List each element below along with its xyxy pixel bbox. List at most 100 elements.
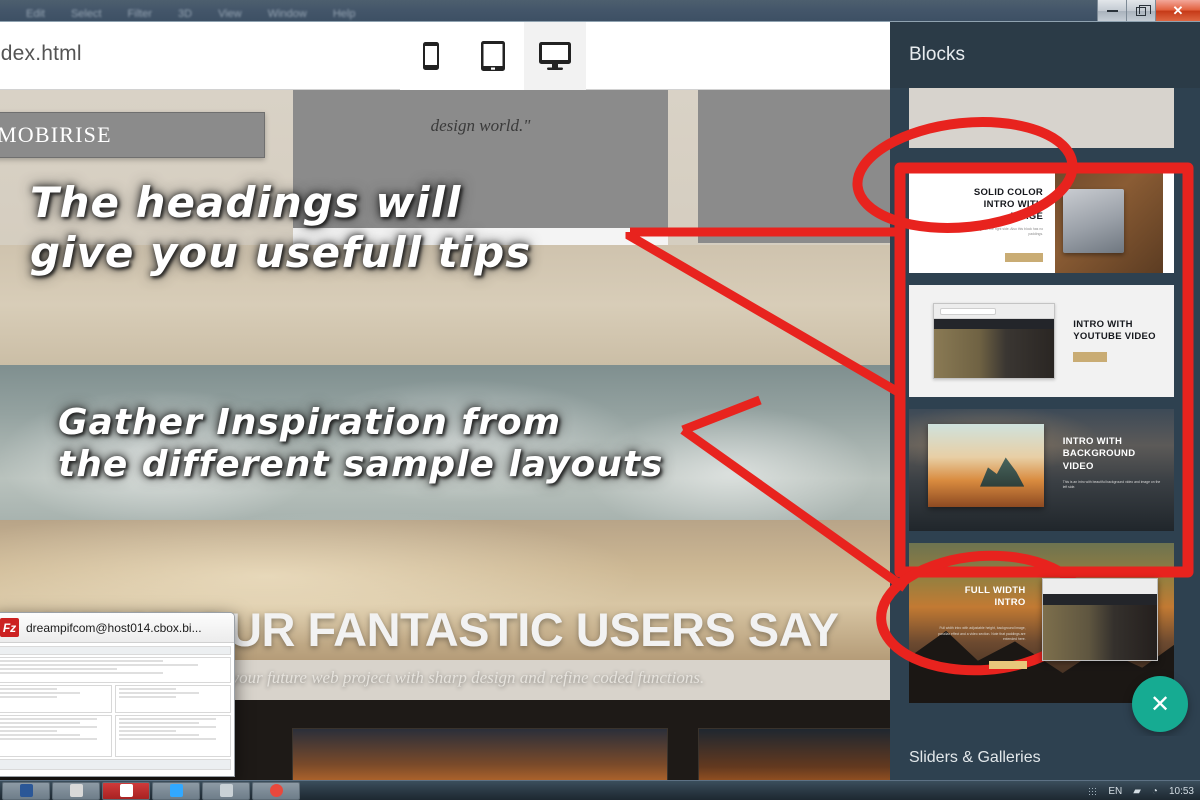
menu-item-edit[interactable]: Edit	[26, 8, 45, 20]
tray-language[interactable]: EN	[1108, 786, 1122, 797]
block-title-line: SOLID COLOR	[973, 187, 1044, 199]
taskbar-item-opera[interactable]	[252, 781, 300, 800]
block-thumb-edge	[1163, 171, 1174, 273]
block-item-intro-with-background-video[interactable]: INTRO WITH BACKGROUND VIDEO This is an i…	[909, 409, 1174, 531]
block-thumbnail: INTRO WITH YOUTUBE VIDEO	[909, 285, 1174, 397]
gallery-tile[interactable]	[292, 728, 668, 780]
tray-clock[interactable]: 10:53	[1169, 786, 1194, 797]
filezilla-local-tree[interactable]	[0, 685, 112, 713]
block-title-line: INTRO WITH	[983, 199, 1044, 211]
filezilla-remote-files[interactable]	[115, 715, 231, 757]
block-title-line: IMAGE	[1010, 211, 1044, 223]
os-menu-bar[interactable]: Edit Select Filter 3D View Window Help	[0, 8, 355, 21]
browser-address-bar	[1042, 579, 1158, 594]
filezilla-title-bar: Fz dreampifcom@host014.cbox.bi...	[0, 613, 234, 643]
filezilla-local-files[interactable]	[0, 715, 112, 757]
explorer-icon	[69, 784, 83, 797]
block-title-line: INTRO	[994, 596, 1026, 608]
site-brand-bar[interactable]: MOBIRISE	[0, 112, 265, 158]
filezilla-file-lists	[0, 715, 231, 757]
filezilla-window[interactable]: Fz dreampifcom@host014.cbox.bi...	[0, 612, 235, 777]
filezilla-status-bar	[0, 759, 231, 770]
tray-network-icon[interactable]: ▰	[1133, 786, 1141, 797]
browser-mockup	[932, 302, 1055, 380]
taskbar-item-photoshop[interactable]	[152, 781, 200, 800]
word-icon	[19, 784, 33, 797]
browser-mockup	[1041, 578, 1159, 662]
block-thumbnail: SOLID COLOR INTRO WITH IMAGE Solid color…	[909, 171, 1174, 273]
filezilla-title: dreampifcom@host014.cbox.bi...	[26, 620, 202, 635]
block-item-solid-color-intro-with-image[interactable]: SOLID COLOR INTRO WITH IMAGE Solid color…	[909, 171, 1174, 273]
tip-line: Gather Inspiration from	[58, 402, 562, 443]
gallery-tile[interactable]	[698, 728, 890, 780]
menu-item-3d[interactable]: 3D	[178, 8, 192, 20]
tip-annotation-headings: The headings will give you usefull tips	[30, 178, 531, 277]
notepad-icon	[219, 784, 233, 797]
block-thumb-left: SOLID COLOR INTRO WITH IMAGE Solid color…	[909, 171, 1055, 273]
os-taskbar: EN ▰ ◔ 10:53	[0, 780, 1200, 800]
filezilla-tree-panes	[0, 685, 231, 713]
minimize-button[interactable]	[1097, 0, 1126, 21]
site-brand-label: MOBIRISE	[0, 122, 112, 147]
close-blocks-panel-button[interactable]: ✕	[1132, 676, 1188, 732]
testimonial-quote: design world."	[430, 116, 531, 135]
testimonial-photo	[698, 90, 890, 243]
taskbar-item-word[interactable]	[2, 781, 50, 800]
browser-address-bar	[933, 303, 1054, 319]
device-mode-desktop[interactable]	[524, 22, 586, 90]
block-title-line: FULL WIDTH	[964, 584, 1026, 596]
taskbar-item-filezilla[interactable]	[102, 781, 150, 800]
close-button[interactable]: ✕	[1155, 0, 1200, 21]
filezilla-message-log	[0, 657, 231, 683]
window-controls: ✕	[1097, 0, 1200, 21]
filezilla-remote-tree[interactable]	[115, 685, 231, 713]
block-title-line: INTRO WITH	[1062, 435, 1123, 447]
menu-item-select[interactable]: Select	[71, 8, 102, 20]
block-item-full-width-intro[interactable]: FULL WIDTH INTRO Full width intro with a…	[909, 543, 1174, 703]
menu-item-window[interactable]: Window	[268, 8, 307, 20]
tip-annotation-inspiration: Gather Inspiration from the different sa…	[58, 402, 663, 487]
filezilla-icon: Fz	[0, 618, 19, 637]
block-title-line: BACKGROUND	[1062, 448, 1136, 460]
filezilla-body	[0, 643, 234, 776]
block-thumbnail: INTRO WITH BACKGROUND VIDEO This is an i…	[909, 409, 1174, 531]
block-thumbnail: FULL WIDTH INTRO Full width intro with a…	[909, 543, 1174, 703]
restore-button[interactable]	[1126, 0, 1155, 21]
block-item-intro-with-youtube-video[interactable]: INTRO WITH YOUTUBE VIDEO	[909, 285, 1174, 397]
menu-item-filter[interactable]: Filter	[128, 8, 152, 20]
block-title: INTRO WITH YOUTUBE VIDEO	[1073, 319, 1156, 344]
browser-navbar	[1042, 593, 1158, 606]
blocks-category-sliders-galleries[interactable]: Sliders & Galleries	[890, 736, 1200, 780]
block-thumb-photo	[1054, 171, 1164, 273]
device-mode-tablet[interactable]	[462, 22, 524, 90]
block-title: INTRO WITH BACKGROUND VIDEO	[1063, 436, 1136, 473]
taskbar-item-explorer[interactable]	[52, 781, 100, 800]
opera-icon	[269, 784, 283, 797]
block-title-line: VIDEO	[1062, 460, 1094, 472]
desktop-icon	[539, 42, 571, 70]
browser-viewport	[933, 318, 1054, 379]
menu-item-view[interactable]: View	[218, 8, 242, 20]
menu-item-help[interactable]: Help	[333, 8, 356, 20]
blocks-panel: Blocks SOLID COLOR INTRO WITH IMAGE Soli…	[890, 22, 1200, 780]
tablet-icon	[481, 41, 505, 71]
block-cta-button	[1073, 352, 1108, 363]
block-description: This is an intro with beautiful backgrou…	[1062, 479, 1161, 490]
tray-volume-icon[interactable]: ◔	[1152, 786, 1158, 797]
block-title: SOLID COLOR INTRO WITH IMAGE	[918, 187, 1043, 223]
block-cta-button	[1005, 252, 1044, 262]
block-cta-button	[988, 661, 1027, 670]
block-description: Full width intro with adjustable height,…	[938, 626, 1026, 642]
taskbar-item-notepad[interactable]	[202, 781, 250, 800]
os-title-bar: Edit Select Filter 3D View Window Help ✕	[0, 0, 1200, 22]
filezilla-toolbar[interactable]	[0, 646, 231, 655]
device-mode-mobile[interactable]	[400, 22, 462, 90]
device-preview-switcher[interactable]	[400, 22, 586, 90]
block-item-partial[interactable]	[909, 88, 1174, 148]
block-description: Solid color intro with an image on the r…	[938, 227, 1044, 237]
tray-overflow-icon[interactable]	[1088, 786, 1098, 796]
app-toolbar: index.html	[0, 22, 890, 90]
tip-line: give you usefull tips	[30, 227, 532, 277]
block-thumb-photo	[927, 423, 1045, 507]
block-title: FULL WIDTH INTRO	[930, 584, 1026, 610]
